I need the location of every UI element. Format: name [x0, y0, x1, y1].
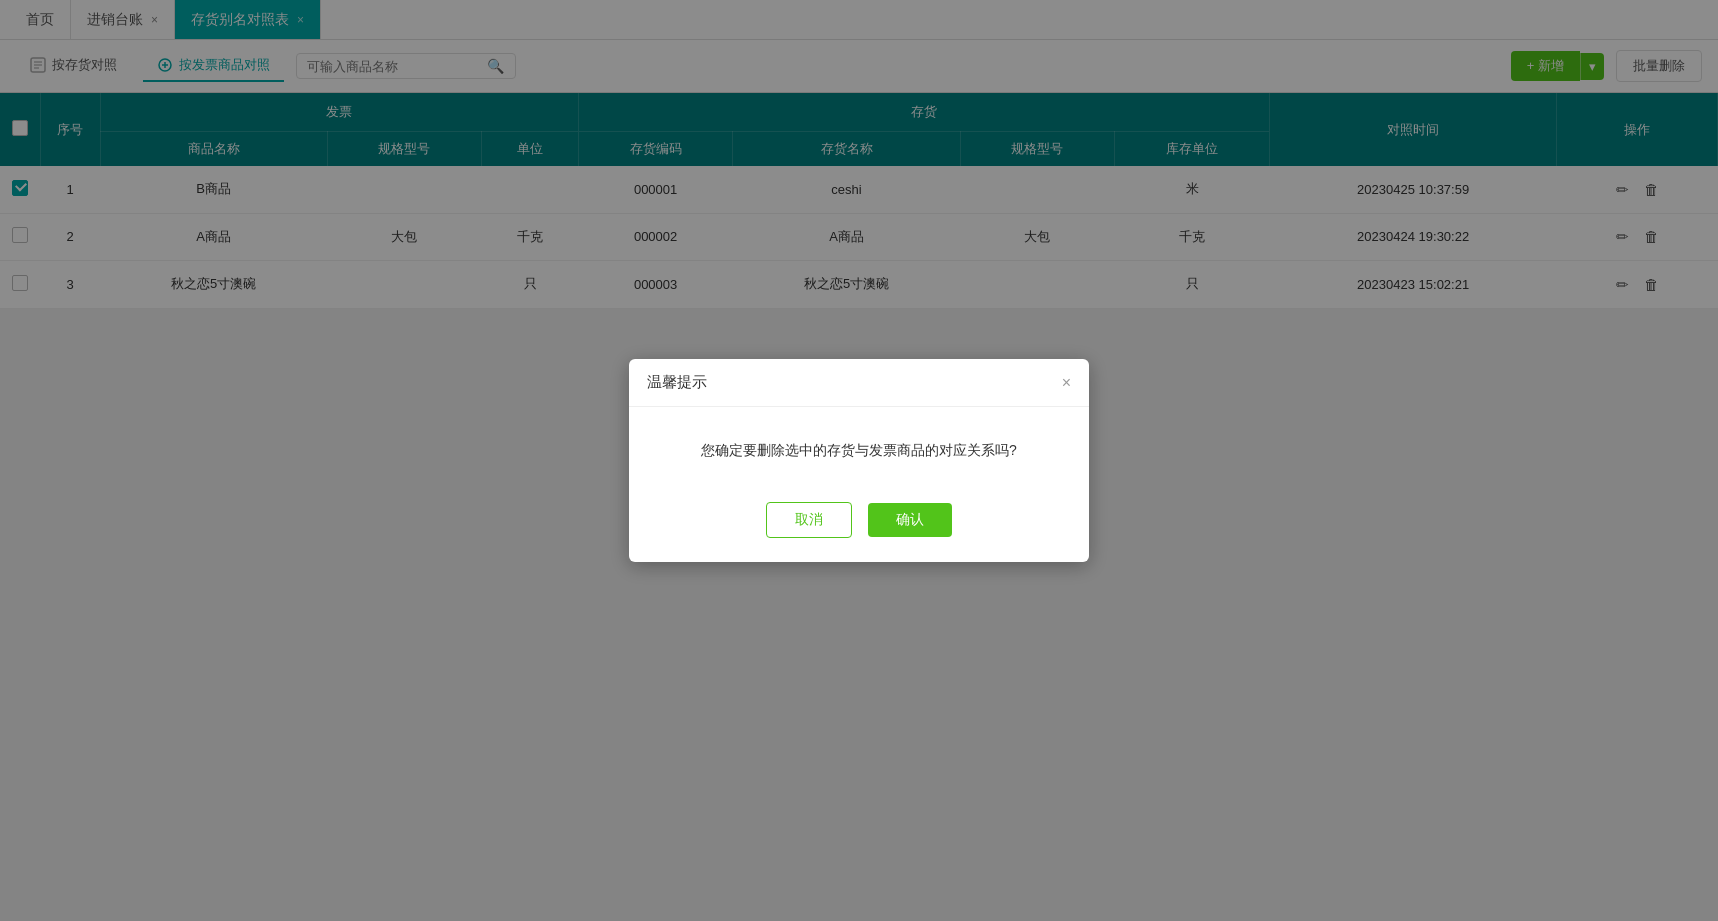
modal-overlay: 温馨提示 × 您确定要删除选中的存货与发票商品的对应关系吗? 取消 确认 [0, 0, 1718, 309]
